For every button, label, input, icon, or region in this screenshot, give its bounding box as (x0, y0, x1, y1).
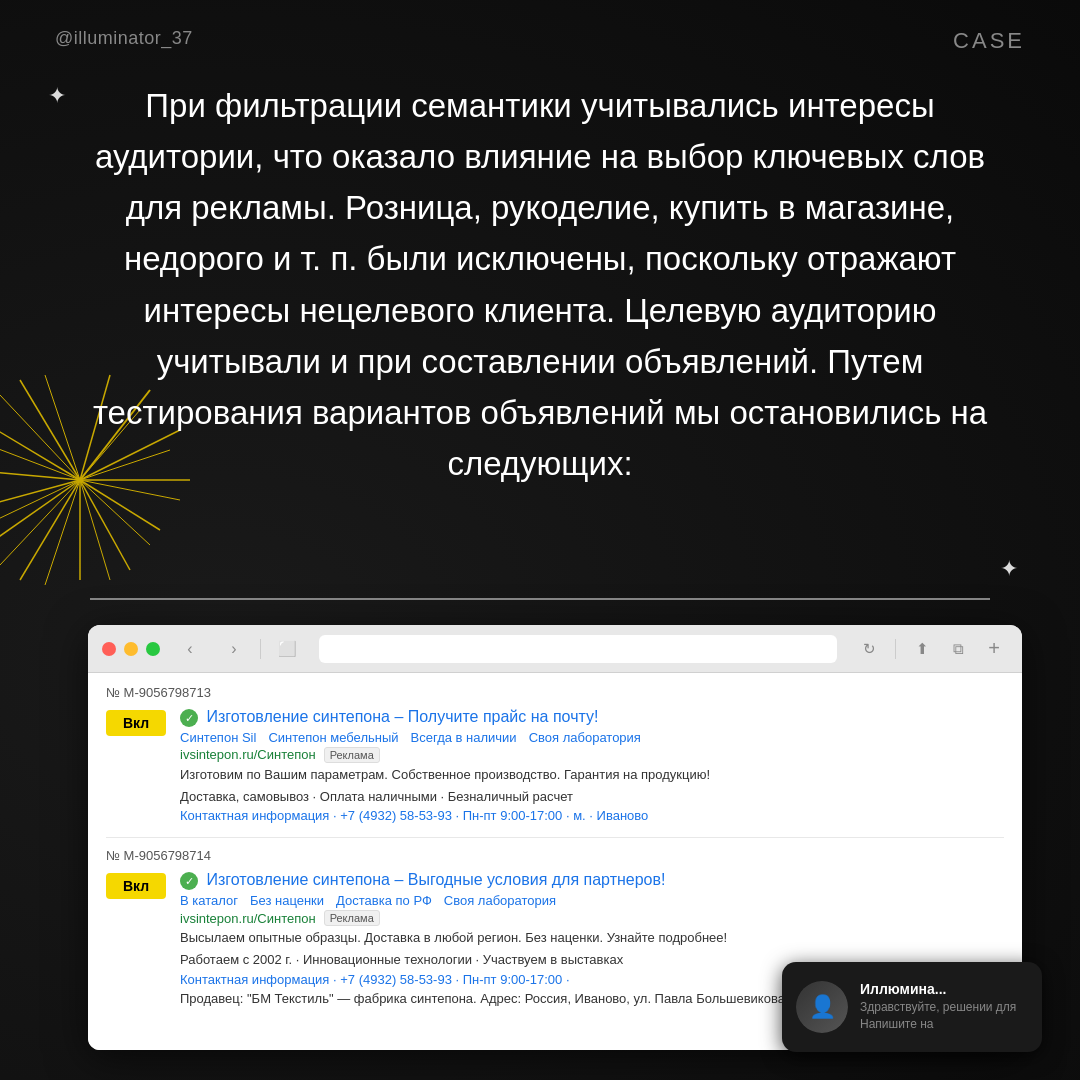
nav-separator-2 (895, 639, 896, 659)
sparkle-bottom-right-icon: ✦ (1000, 558, 1018, 580)
ad-url-line-1: ivsintepon.ru/Синтепон Реклама (180, 747, 1004, 763)
svg-line-8 (0, 480, 80, 510)
svg-line-17 (80, 480, 110, 580)
vkl-button-2[interactable]: Вкл (106, 873, 166, 899)
new-tab-button[interactable]: + (980, 635, 1008, 663)
traffic-light-red[interactable] (102, 642, 116, 656)
svg-line-22 (0, 395, 80, 480)
ad-content-1: Изготовление синтепона – Получите прайс … (180, 708, 1004, 823)
handle-label: @illuminator_37 (55, 28, 193, 49)
ad-url-line-2: ivsintepon.ru/Синтепон Реклама (180, 910, 1004, 926)
avatar: 👤 (796, 981, 848, 1033)
avatar-text: Иллюмина... Здравствуйте, решении для На… (860, 981, 1028, 1033)
svg-line-11 (20, 380, 80, 480)
ad-sitelink-2-0[interactable]: В каталог (180, 893, 238, 908)
svg-line-6 (20, 480, 80, 580)
ad-number-1: № М-9056798713 (106, 685, 1004, 700)
share-icon[interactable]: ⬆ (908, 635, 936, 663)
nav-separator (260, 639, 261, 659)
ad-sitelinks-2: В каталог Без наценки Доставка по РФ Сво… (180, 893, 1004, 908)
ad-sitelink-1-2[interactable]: Всегда в наличии (411, 730, 517, 745)
ad-sitelink-2-1[interactable]: Без наценки (250, 893, 324, 908)
sparkle-top-left-icon: ✦ (48, 85, 66, 107)
main-paragraph: При фильтрации семантики учитывались инт… (80, 80, 1000, 489)
traffic-light-green[interactable] (146, 642, 160, 656)
ad-sitelink-1-1[interactable]: Синтепон мебельный (268, 730, 398, 745)
ad-title-1[interactable]: Изготовление синтепона – Получите прайс … (206, 708, 598, 725)
traffic-light-yellow[interactable] (124, 642, 138, 656)
duplicate-icon[interactable]: ⧉ (944, 635, 972, 663)
svg-line-16 (80, 480, 150, 545)
ad-desc1-2: Высылаем опытные образцы. Доставка в люб… (180, 929, 1004, 948)
reload-icon[interactable]: ↻ (855, 635, 883, 663)
ad-url-1: ivsintepon.ru/Синтепон (180, 747, 316, 762)
case-label: CASE (953, 28, 1025, 54)
ad-desc1-1: Изготовим по Вашим параметрам. Собственн… (180, 766, 1004, 785)
ad-verified-icon-2 (180, 872, 198, 890)
ad-sitelink-2-2[interactable]: Доставка по РФ (336, 893, 432, 908)
address-bar[interactable] (319, 635, 837, 663)
svg-line-18 (45, 480, 80, 585)
ad-url-2: ivsintepon.ru/Синтепон (180, 911, 316, 926)
svg-line-10 (0, 420, 80, 480)
ad-sitelinks-1: Синтепон Sil Синтепон мебельный Всегда в… (180, 730, 1004, 745)
ad-block-1: Вкл Изготовление синтепона – Получите пр… (106, 708, 1004, 823)
svg-line-19 (0, 480, 80, 565)
divider (90, 598, 990, 600)
forward-button[interactable]: › (220, 635, 248, 663)
ad-title-2[interactable]: Изготовление синтепона – Выгодные услови… (206, 871, 665, 888)
ad-sitelink-1-0[interactable]: Синтепон Sil (180, 730, 256, 745)
avatar-name: Иллюмина... (860, 981, 1028, 997)
ad-badge-2: Реклама (324, 910, 380, 926)
avatar-image: 👤 (796, 981, 848, 1033)
svg-line-4 (80, 480, 130, 570)
ad-sitelink-2-3[interactable]: Своя лаборатория (444, 893, 556, 908)
ad-number-2: № М-9056798714 (106, 848, 1004, 863)
ad-title-line-1: Изготовление синтепона – Получите прайс … (180, 708, 1004, 727)
ad-badge-1: Реклама (324, 747, 380, 763)
avatar-overlay: 👤 Иллюмина... Здравствуйте, решении для … (782, 962, 1042, 1052)
svg-line-23 (45, 375, 80, 480)
window-icon[interactable]: ⬜ (273, 635, 301, 663)
back-button[interactable]: ‹ (176, 635, 204, 663)
avatar-subtitle: Здравствуйте, решении для Напишите на (860, 999, 1028, 1033)
ad-desc2-1: Доставка, самовывоз · Оплата наличными ·… (180, 788, 1004, 807)
browser-titlebar: ‹ › ⬜ ↻ ⬆ ⧉ + (88, 625, 1022, 673)
ad-contact-1: Контактная информация · +7 (4932) 58-53-… (180, 808, 1004, 823)
ad-title-line-2: Изготовление синтепона – Выгодные услови… (180, 871, 1004, 890)
vkl-button-1[interactable]: Вкл (106, 710, 166, 736)
ad-verified-icon-1 (180, 709, 198, 727)
ad-sitelink-1-3[interactable]: Своя лаборатория (529, 730, 641, 745)
ad-divider (106, 837, 1004, 838)
